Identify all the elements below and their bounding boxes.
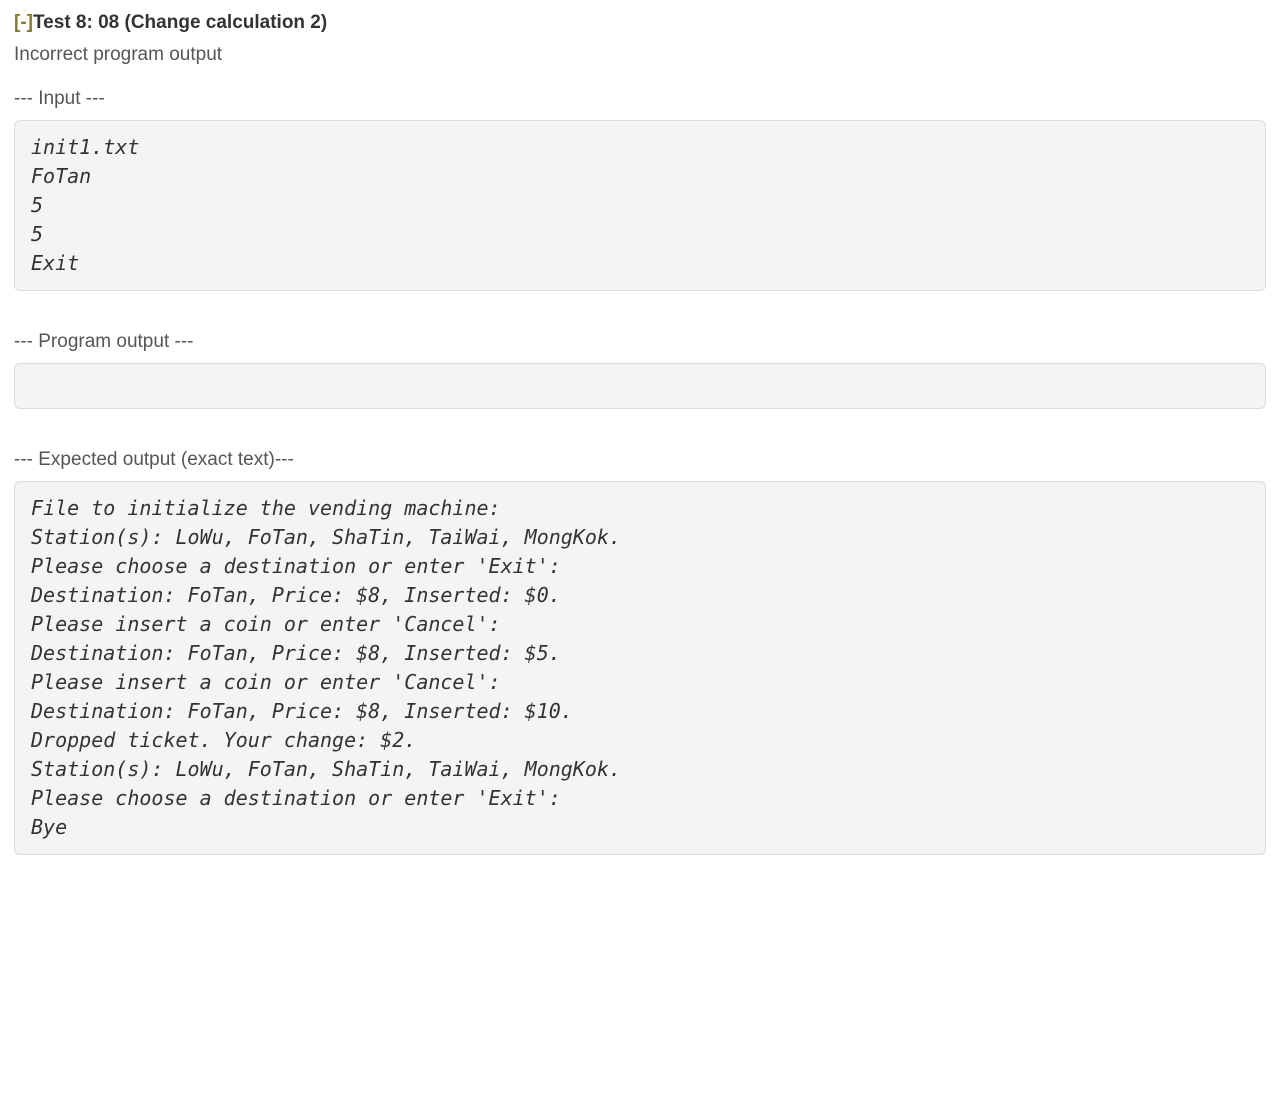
input-section-label: --- Input --- [14,88,1266,110]
test-title: Test 8: 08 (Change calculation 2) [33,12,327,33]
test-status: Incorrect program output [14,44,1266,66]
input-content: init1.txt FoTan 5 5 Exit [14,120,1266,291]
collapse-toggle[interactable]: [-] [14,12,33,33]
expected-output-section-label: --- Expected output (exact text)--- [14,449,1266,471]
program-output-content [14,363,1266,409]
test-header: [-]Test 8: 08 (Change calculation 2) [14,12,1266,34]
expected-output-content: File to initialize the vending machine: … [14,481,1266,855]
program-output-section-label: --- Program output --- [14,331,1266,353]
